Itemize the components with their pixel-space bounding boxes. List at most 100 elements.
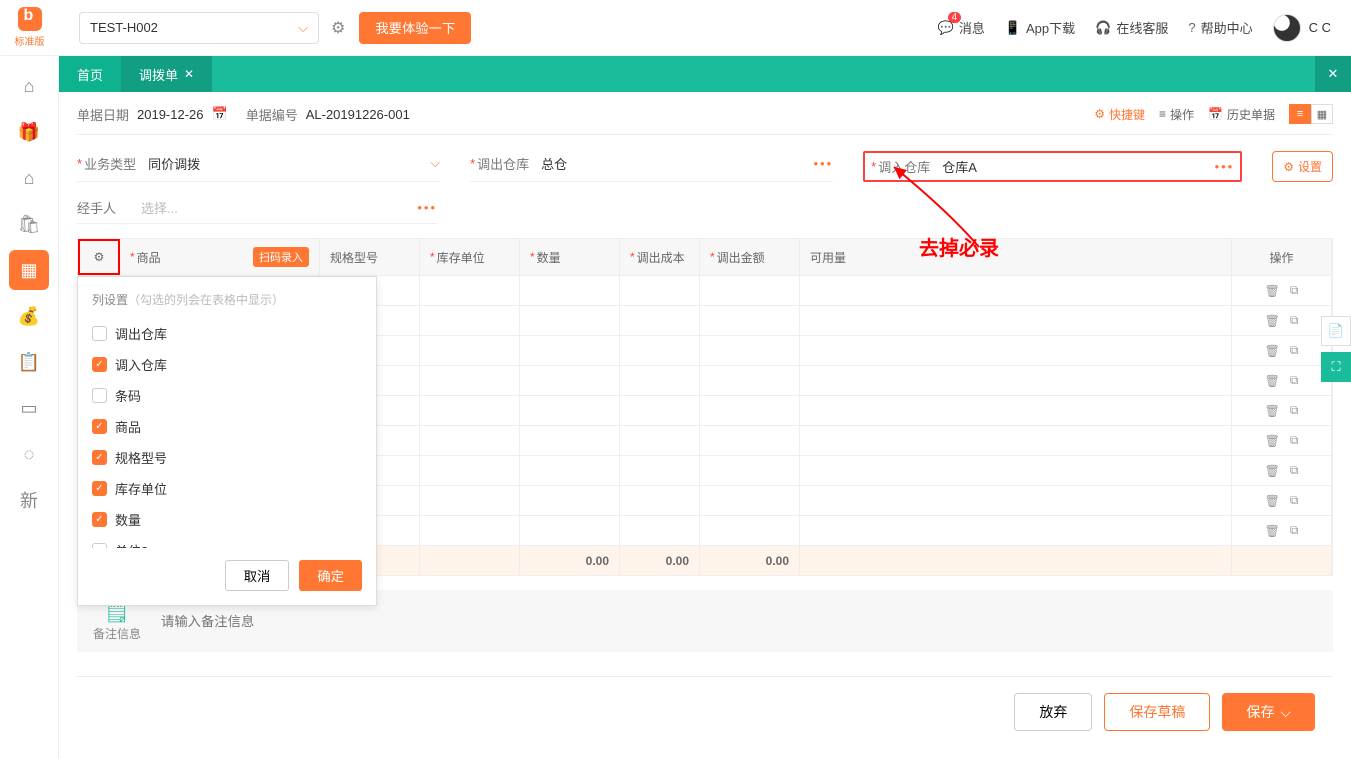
date-label: 单据日期	[77, 105, 129, 124]
tab-transfer[interactable]: 调拨单 ✕	[121, 56, 212, 92]
column-option[interactable]: ✓ 调入仓库	[92, 349, 352, 380]
handler-field[interactable]: 经手人 选择... •••	[77, 198, 437, 224]
nav-house-icon[interactable]: ⌂	[9, 158, 49, 198]
delete-icon[interactable]: 🗑	[1265, 404, 1280, 418]
checkbox[interactable]	[92, 326, 107, 341]
column-option[interactable]: ✓ 数量	[92, 504, 352, 535]
messages-link[interactable]: 💬 消息 4	[938, 18, 985, 37]
checkbox[interactable]	[92, 543, 107, 548]
headset-icon: 🎧	[1095, 20, 1111, 36]
help-link[interactable]: ? 帮助中心	[1188, 18, 1252, 37]
more-icon[interactable]: •••	[1215, 159, 1235, 174]
column-option[interactable]: 条码	[92, 380, 352, 411]
chevron-down-icon[interactable]: ⌵	[430, 155, 440, 171]
out-warehouse-field[interactable]: *调出仓库 总仓 •••	[470, 151, 833, 182]
nav-new-icon[interactable]: 新	[9, 480, 49, 520]
message-badge: 4	[948, 12, 962, 23]
calendar-icon[interactable]: 📅	[212, 106, 228, 122]
copy-icon[interactable]: ⧉	[1290, 373, 1299, 388]
float-expand-icon[interactable]: ⛶	[1321, 352, 1351, 382]
scan-badge[interactable]: 扫码录入	[253, 247, 309, 267]
date-value[interactable]: 2019-12-26	[137, 107, 204, 122]
col-spec: 规格型号	[320, 239, 420, 275]
checkbox[interactable]: ✓	[92, 450, 107, 465]
copy-icon[interactable]: ⧉	[1290, 433, 1299, 448]
biz-type-field[interactable]: *业务类型 同价调拨 ⌵	[77, 151, 440, 182]
delete-icon[interactable]: 🗑	[1265, 494, 1280, 508]
column-settings-button[interactable]: ⚙	[78, 239, 120, 275]
column-option[interactable]: 单位2	[92, 535, 352, 548]
delete-icon[interactable]: 🗑	[1265, 374, 1280, 388]
copy-icon[interactable]: ⧉	[1290, 343, 1299, 358]
checkbox[interactable]: ✓	[92, 481, 107, 496]
col-qty: *数量	[520, 239, 620, 275]
delete-icon[interactable]: 🗑	[1265, 314, 1280, 328]
edition-label: 标准版	[15, 33, 45, 48]
delete-icon[interactable]: 🗑	[1265, 284, 1280, 298]
doc-meta-bar: 单据日期 2019-12-26 📅 单据编号 AL-20191226-001 ⚙…	[77, 104, 1333, 135]
column-option[interactable]: ✓ 商品	[92, 411, 352, 442]
settings-button[interactable]: ⚙ 设置	[1272, 151, 1333, 182]
nav-clipboard-icon[interactable]: 📋	[9, 342, 49, 382]
tab-home[interactable]: 首页	[59, 56, 121, 92]
checkbox[interactable]: ✓	[92, 512, 107, 527]
checkbox[interactable]: ✓	[92, 419, 107, 434]
checkbox[interactable]	[92, 388, 107, 403]
tab-bar: 首页 调拨单 ✕ ✕	[59, 56, 1351, 92]
column-option[interactable]: 调出仓库	[92, 318, 352, 349]
avatar[interactable]	[1273, 14, 1301, 42]
delete-icon[interactable]: 🗑	[1265, 434, 1280, 448]
nav-card-icon[interactable]: ▭	[9, 388, 49, 428]
more-icon[interactable]: •••	[814, 156, 834, 171]
nav-money-icon[interactable]: 💰	[9, 296, 49, 336]
more-icon[interactable]: •••	[417, 200, 437, 215]
column-option[interactable]: ✓ 库存单位	[92, 473, 352, 504]
delete-icon[interactable]: 🗑	[1265, 464, 1280, 478]
in-warehouse-field[interactable]: *调入仓库 仓库A •••	[863, 151, 1242, 182]
copy-icon[interactable]: ⧉	[1290, 403, 1299, 418]
nav-warehouse-icon[interactable]: ▦	[9, 250, 49, 290]
delete-icon[interactable]: 🗑	[1265, 344, 1280, 358]
float-doc-icon[interactable]: 📄	[1321, 316, 1351, 346]
close-icon[interactable]: ✕	[184, 67, 194, 81]
chevron-down-icon: ⌵	[298, 20, 308, 36]
history-link[interactable]: 📅 历史单据	[1208, 106, 1275, 123]
ok-button[interactable]: 确定	[299, 560, 362, 591]
question-icon: ?	[1188, 20, 1195, 35]
copy-icon[interactable]: ⧉	[1290, 313, 1299, 328]
nav-home-icon[interactable]: ⌂	[9, 66, 49, 106]
ops-link[interactable]: ≡ 操作	[1159, 106, 1194, 123]
support-link[interactable]: 🎧 在线客服	[1095, 18, 1168, 37]
delete-icon[interactable]: 🗑	[1265, 524, 1280, 538]
copy-icon[interactable]: ⧉	[1290, 493, 1299, 508]
col-goods: *商品扫码录入	[120, 239, 320, 275]
checkbox[interactable]: ✓	[92, 357, 107, 372]
tenant-select[interactable]: TEST-H002 ⌵	[79, 12, 319, 44]
copy-icon[interactable]: ⧉	[1290, 463, 1299, 478]
user-name[interactable]: C C	[1309, 20, 1331, 35]
column-option-label: 调入仓库	[115, 355, 167, 374]
view-grid-icon[interactable]: ▦	[1311, 104, 1333, 124]
draft-button[interactable]: 保存草稿	[1104, 693, 1210, 731]
sidebar: ⌂ 🎁 ⌂ 🛍 ▦ 💰 📋 ▭ ◌ 新	[0, 56, 59, 759]
save-button[interactable]: 保存 ⌵	[1222, 693, 1315, 731]
tabs-close-all[interactable]: ✕	[1315, 56, 1351, 92]
popup-title: 列设置（勾选的列会在表格中显示）	[92, 291, 362, 308]
column-option[interactable]: ✓ 规格型号	[92, 442, 352, 473]
gear-icon[interactable]: ⚙	[331, 18, 345, 38]
shortcut-link[interactable]: ⚙ 快捷键	[1094, 106, 1145, 123]
trial-button[interactable]: 我要体验一下	[359, 12, 471, 44]
copy-icon[interactable]: ⧉	[1290, 523, 1299, 538]
note-input[interactable]	[161, 600, 1323, 642]
nav-dotted-icon[interactable]: ◌	[9, 434, 49, 474]
cancel-button[interactable]: 取消	[225, 560, 290, 591]
app-download-link[interactable]: 📱 App下载	[1005, 18, 1075, 37]
nav-bag-icon[interactable]: 🛍	[9, 204, 49, 244]
col-ops: 操作	[1232, 239, 1332, 275]
abort-button[interactable]: 放弃	[1014, 693, 1092, 731]
mobile-icon: 📱	[1005, 20, 1021, 36]
copy-icon[interactable]: ⧉	[1290, 283, 1299, 298]
chevron-down-icon: ⌵	[1280, 704, 1291, 721]
view-list-icon[interactable]: ≡	[1289, 104, 1311, 124]
nav-gift-icon[interactable]: 🎁	[9, 112, 49, 152]
